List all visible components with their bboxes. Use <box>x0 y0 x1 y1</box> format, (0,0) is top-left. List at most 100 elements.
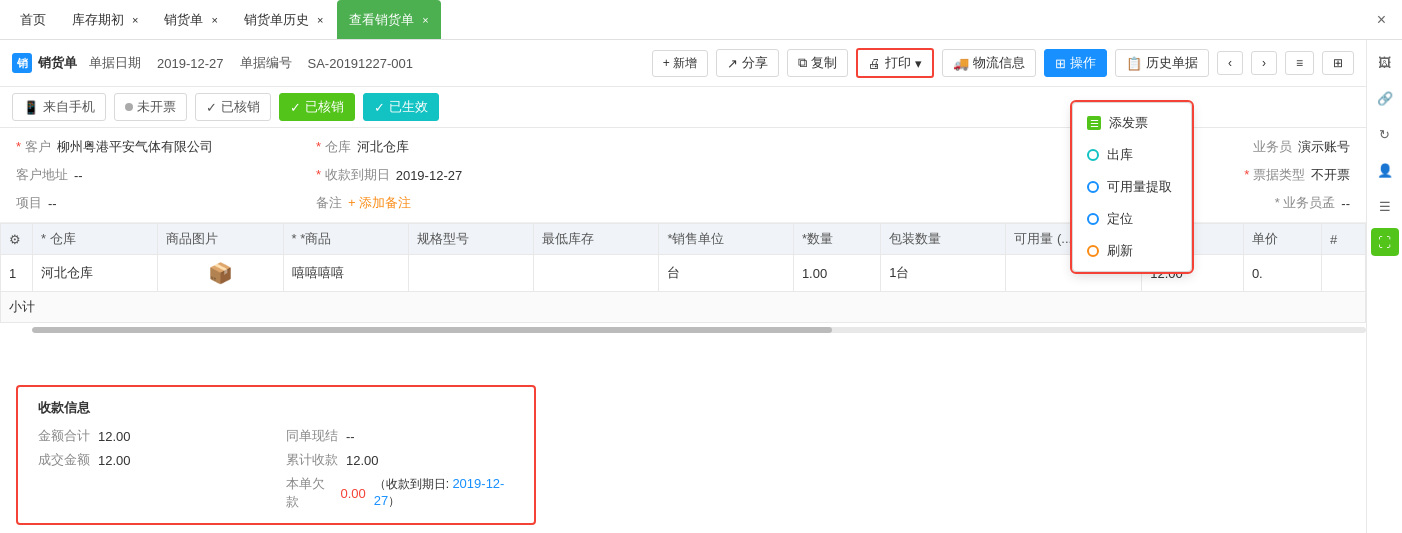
effective-button[interactable]: ✓ 已生效 <box>363 93 439 121</box>
same-order-value: -- <box>346 429 355 444</box>
operations-dropdown: ☰ 添发票 出库 可用量提取 定位 刷新 <box>1072 102 1192 272</box>
add-invoice-icon: ☰ <box>1087 116 1101 130</box>
sidebar-image-btn[interactable]: 🖼 <box>1371 48 1399 76</box>
th-warehouse: * 仓库 <box>33 224 158 255</box>
scroll-thumb <box>32 327 832 333</box>
transaction-row: 成交金额 12.00 <box>38 451 266 469</box>
cumulative-value: 12.00 <box>346 453 379 468</box>
from-phone-button[interactable]: 📱 来自手机 <box>12 93 106 121</box>
note-field: 备注 + 添加备注 <box>316 194 576 212</box>
share-icon: ↗ <box>727 56 738 71</box>
th-price: 单价 <box>1243 224 1321 255</box>
operations-button[interactable]: ⊞ 操作 <box>1044 49 1107 77</box>
tab-sales-history-close[interactable]: × <box>317 14 323 26</box>
warehouse-value: 河北仓库 <box>357 138 409 156</box>
content-area: 销 销货单 单据日期 2019-12-27 单据编号 SA-20191227-0… <box>0 40 1402 533</box>
sidebar-user-btn[interactable]: 👤 <box>1371 156 1399 184</box>
add-note-button[interactable]: + 添加备注 <box>348 194 411 212</box>
not-open-dot <box>125 103 133 111</box>
th-settings[interactable]: ⚙ <box>1 224 33 255</box>
th-min-stock: 最低库存 <box>534 224 659 255</box>
copy-button[interactable]: ⧉ 复制 <box>787 49 848 77</box>
row-min-stock <box>534 255 659 292</box>
transaction-value: 12.00 <box>98 453 131 468</box>
doc-number-label: 单据编号 <box>240 54 292 72</box>
add-invoice-item[interactable]: ☰ 添发票 <box>1073 107 1191 139</box>
doc-number-value: SA-20191227-001 <box>308 56 414 71</box>
th-image: 商品图片 <box>158 224 283 255</box>
warehouse-label: 仓库 <box>316 138 351 156</box>
not-open-button[interactable]: 未开票 <box>114 93 187 121</box>
row-unit: 台 <box>659 255 793 292</box>
sidebar-refresh-icon: ↻ <box>1379 127 1390 142</box>
horizontal-scrollbar[interactable] <box>32 327 1366 333</box>
view-grid-button[interactable]: ⊞ <box>1322 51 1354 75</box>
row-spec <box>408 255 533 292</box>
due-date-note: 2019-12-27 <box>374 476 505 508</box>
tab-inventory-init-close[interactable]: × <box>132 14 138 26</box>
outbound-icon <box>1087 149 1099 161</box>
address-value: -- <box>74 168 83 183</box>
th-qty: *数量 <box>793 224 880 255</box>
checked-button[interactable]: ✓ 已核销 <box>195 93 271 121</box>
tab-sales-history[interactable]: 销货单历史 × <box>232 0 335 39</box>
row-price: 0. <box>1243 255 1321 292</box>
tab-sales-order-close[interactable]: × <box>211 14 217 26</box>
sidebar-refresh-btn[interactable]: ↻ <box>1371 120 1399 148</box>
tab-sales-order[interactable]: 销货单 × <box>152 0 229 39</box>
logistics-button[interactable]: 🚚 物流信息 <box>942 49 1036 77</box>
effective-check-icon: ✓ <box>374 100 385 115</box>
nav-left-button[interactable]: ‹ <box>1217 51 1243 75</box>
row-warehouse: 河北仓库 <box>33 255 158 292</box>
tab-home-label: 首页 <box>20 11 46 29</box>
salesperson-field: * 业务员孟 -- <box>1275 194 1350 212</box>
doc-date-value: 2019-12-27 <box>157 56 224 71</box>
cumulative-label: 累计收款 <box>286 451 338 469</box>
sidebar-fullscreen-btn[interactable]: ⛶ <box>1371 228 1399 256</box>
print-dropdown-arrow: ▾ <box>915 56 922 71</box>
phone-icon: 📱 <box>23 100 39 115</box>
share-button[interactable]: ↗ 分享 <box>716 49 779 77</box>
locate-icon <box>1087 213 1099 225</box>
qty-extract-item[interactable]: 可用量提取 <box>1073 171 1191 203</box>
tab-view-sales[interactable]: 查看销货单 × <box>337 0 440 39</box>
invoice-type-value: 不开票 <box>1311 166 1350 184</box>
history-button[interactable]: 📋 历史单据 <box>1115 49 1209 77</box>
print-button[interactable]: 🖨 打印 ▾ <box>856 48 934 78</box>
due-note: （收款到期日: 2019-12-27） <box>374 476 514 510</box>
locate-item[interactable]: 定位 <box>1073 203 1191 235</box>
refresh-item[interactable]: 刷新 <box>1073 235 1191 267</box>
refresh-label: 刷新 <box>1107 242 1133 260</box>
customer-label: 客户 <box>16 138 51 156</box>
staff-field: 业务员 演示账号 <box>1253 138 1350 156</box>
subtotal-label: 小计 <box>1 292 1366 323</box>
th-product: * *商品 <box>283 224 408 255</box>
due-date-field: 收款到期日 2019-12-27 <box>316 166 576 184</box>
row-product: 嘻嘻嘻嘻 <box>283 255 408 292</box>
invoice-type-field: 票据类型 不开票 <box>1244 166 1350 184</box>
global-close-button[interactable]: × <box>1369 7 1394 33</box>
project-field: 项目 -- <box>16 194 276 212</box>
staff-label: 业务员 <box>1253 138 1292 156</box>
staff-value: 演示账号 <box>1298 138 1350 156</box>
tab-inventory-init[interactable]: 库存期初 × <box>60 0 150 39</box>
row-extra <box>1321 255 1365 292</box>
sidebar-link-btn[interactable]: 🔗 <box>1371 84 1399 112</box>
sidebar-list-btn[interactable]: ☰ <box>1371 192 1399 220</box>
nav-right-button[interactable]: › <box>1251 51 1277 75</box>
copy-icon: ⧉ <box>798 55 807 71</box>
view-list-button[interactable]: ≡ <box>1285 51 1314 75</box>
row-image: 📦 <box>158 255 283 292</box>
product-image-placeholder: 📦 <box>208 262 233 284</box>
sidebar-fullscreen-icon: ⛶ <box>1378 235 1391 250</box>
new-button[interactable]: + 新增 <box>652 50 708 77</box>
th-pack-qty: 包装数量 <box>881 224 1006 255</box>
doc-header: 销 销货单 单据日期 2019-12-27 单据编号 SA-20191227-0… <box>0 40 1366 87</box>
cancelled-button[interactable]: ✓ 已核销 <box>279 93 355 121</box>
outbound-item[interactable]: 出库 <box>1073 139 1191 171</box>
tab-view-sales-close[interactable]: × <box>422 14 428 26</box>
add-invoice-label: 添发票 <box>1109 114 1148 132</box>
tab-home[interactable]: 首页 <box>8 0 58 39</box>
due-date-value: 2019-12-27 <box>396 168 463 183</box>
warehouse-field: 仓库 河北仓库 <box>316 138 576 156</box>
